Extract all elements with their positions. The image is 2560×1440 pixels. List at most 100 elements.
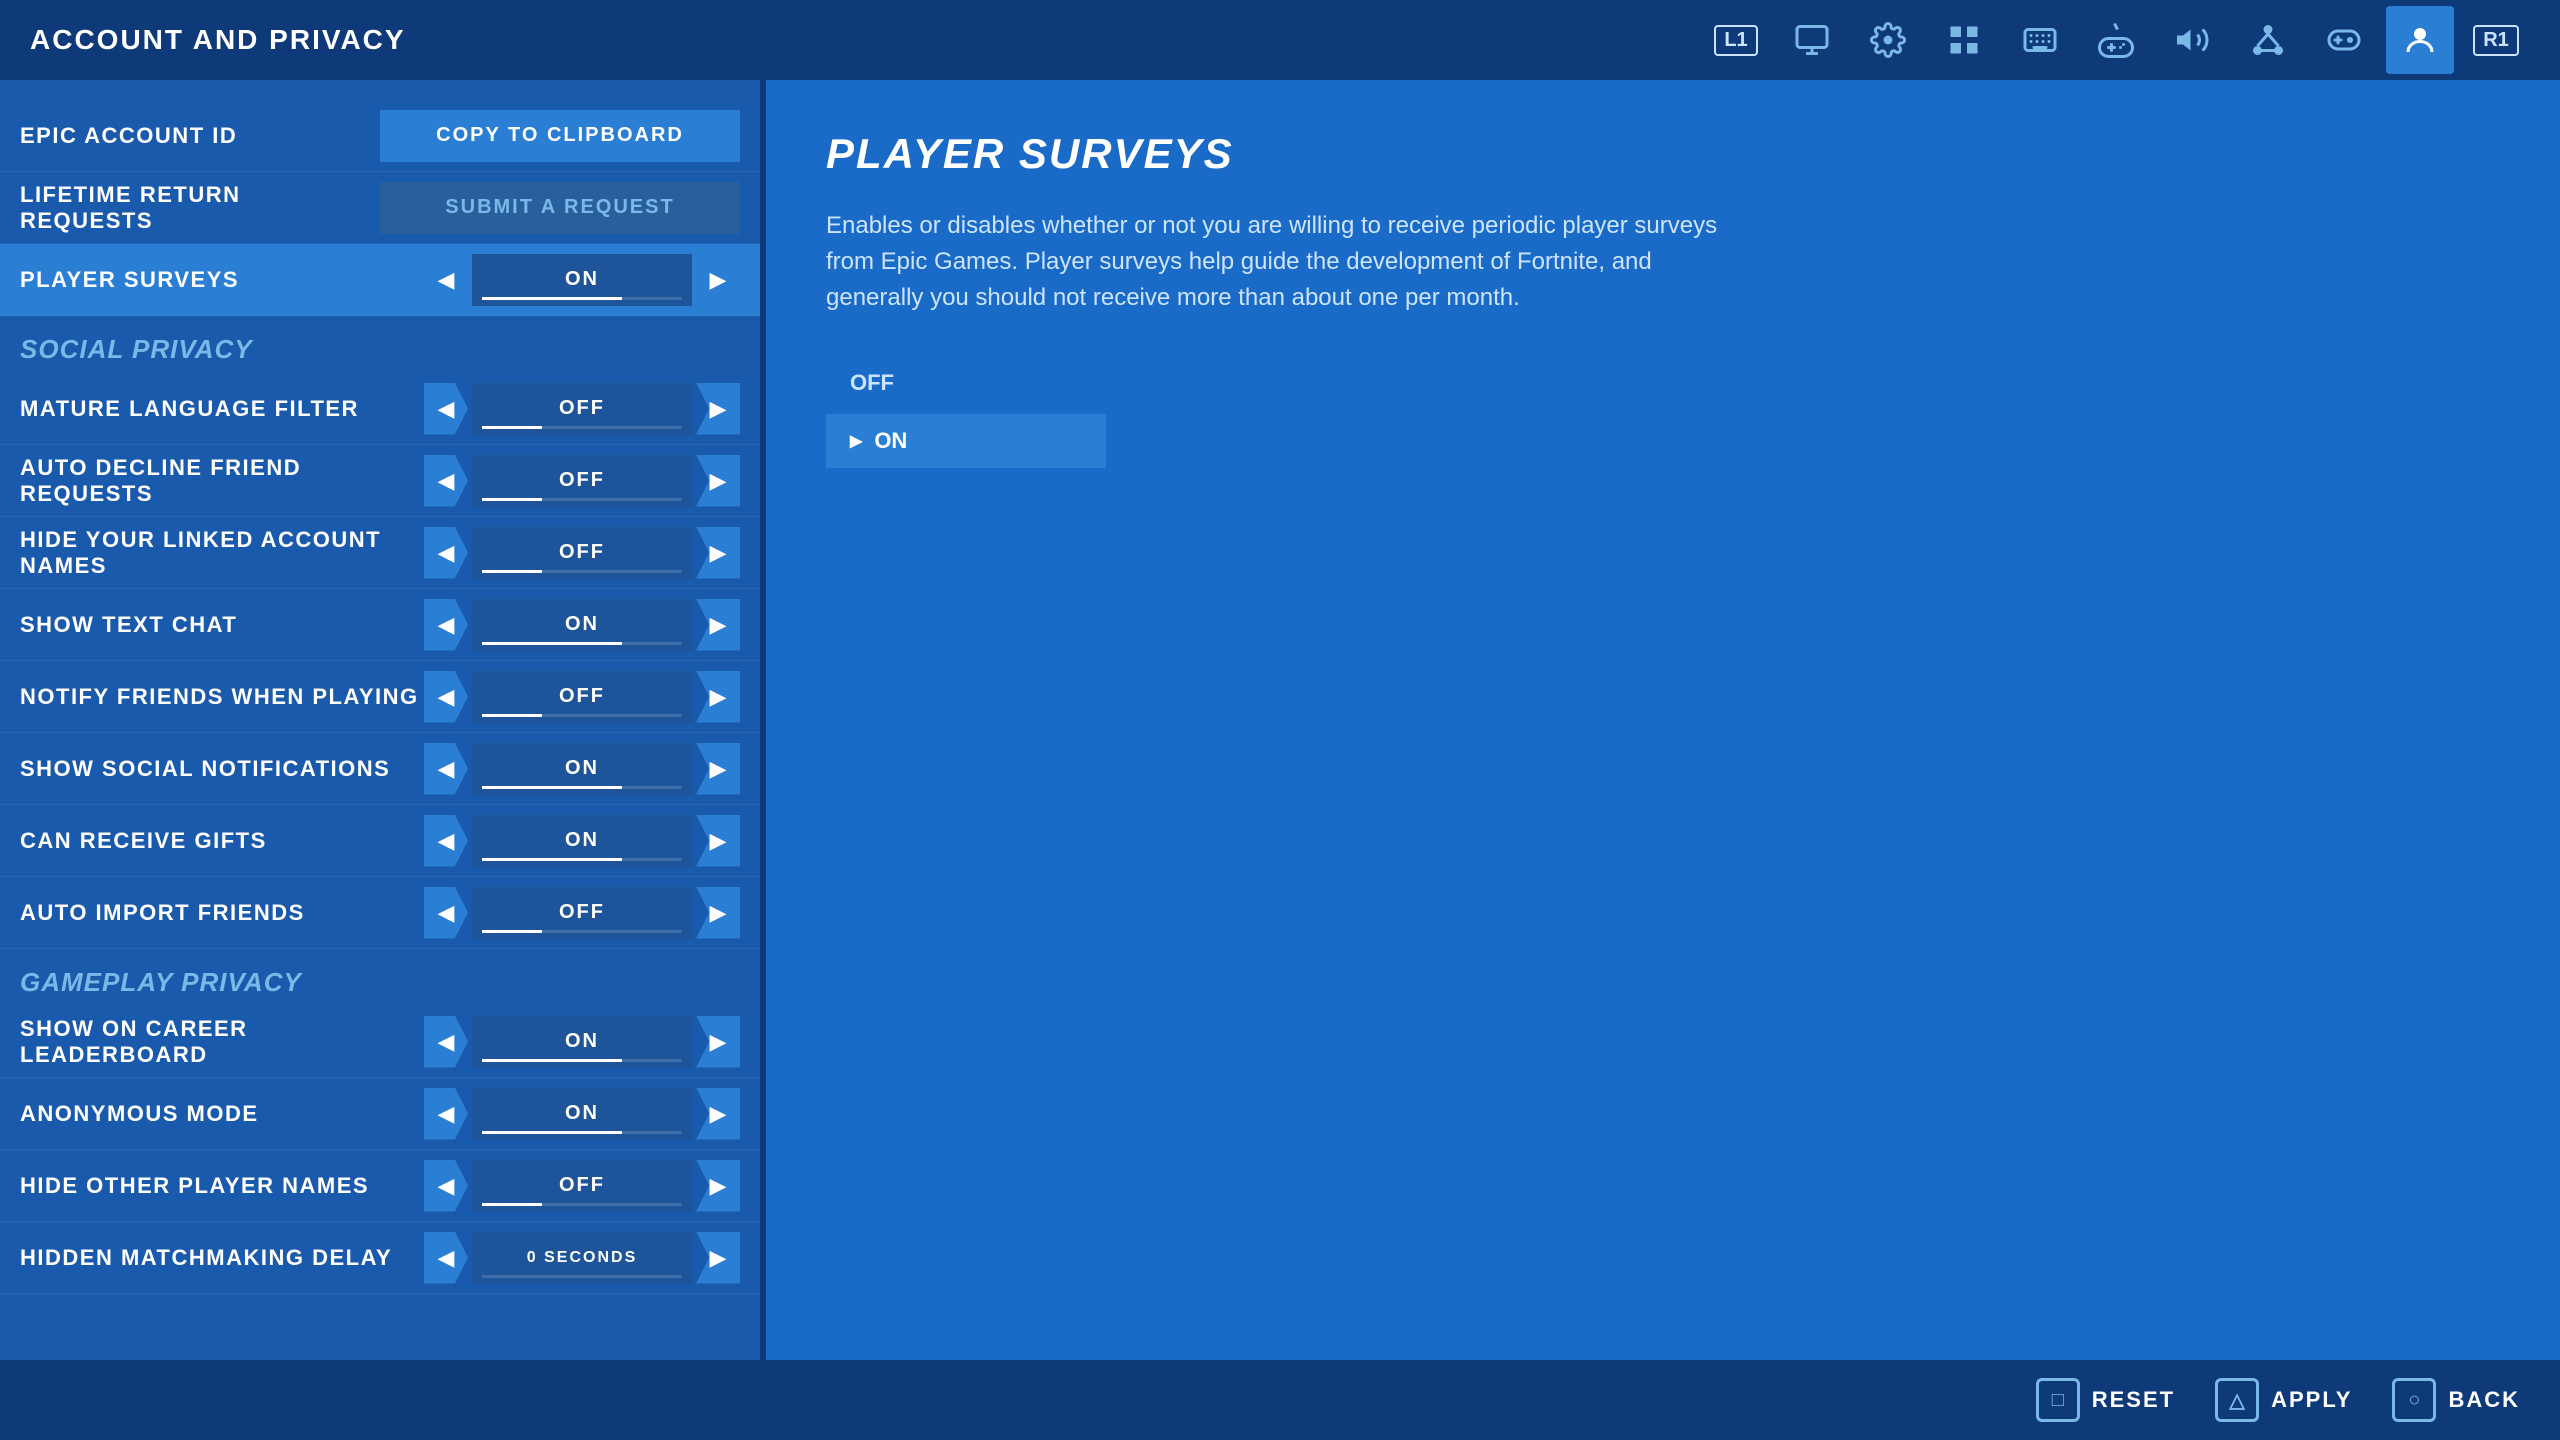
mature-language-row[interactable]: MATURE LANGUAGE FILTER ◀ OFF ▶ <box>0 373 760 445</box>
hide-linked-left-arrow[interactable]: ◀ <box>424 527 468 579</box>
mature-language-label: MATURE LANGUAGE FILTER <box>20 396 424 422</box>
player-surveys-right-arrow[interactable]: ▶ <box>696 254 740 306</box>
apply-action[interactable]: △ APPLY <box>2215 1378 2352 1422</box>
description-text: Enables or disables whether or not you a… <box>826 208 1726 316</box>
option-off[interactable]: OFF <box>826 356 1106 410</box>
anonymous-mode-value-box: ON <box>472 1088 692 1140</box>
hide-other-players-left-arrow[interactable]: ◀ <box>424 1160 468 1212</box>
reset-action[interactable]: □ RESET <box>2036 1378 2175 1422</box>
notify-friends-row[interactable]: NOTIFY FRIENDS WHEN PLAYING ◀ OFF ▶ <box>0 661 760 733</box>
controller-icon <box>2098 22 2134 58</box>
career-leaderboard-row[interactable]: SHOW ON CAREER LEADERBOARD ◀ ON ▶ <box>0 1006 760 1078</box>
audio-icon-btn[interactable] <box>2158 6 2226 74</box>
hide-other-players-value: OFF <box>559 1174 605 1197</box>
gear-icon-btn[interactable] <box>1854 6 1922 74</box>
keyboard-icon <box>2022 22 2058 58</box>
career-leaderboard-value: ON <box>565 1030 599 1053</box>
page-title: ACCOUNT AND PRIVACY <box>30 24 406 56</box>
show-social-bar-fill <box>482 786 622 789</box>
network-icon-btn[interactable] <box>2234 6 2302 74</box>
show-social-row[interactable]: SHOW SOCIAL NOTIFICATIONS ◀ ON ▶ <box>0 733 760 805</box>
can-receive-gifts-value: ON <box>565 829 599 852</box>
anonymous-mode-right-arrow[interactable]: ▶ <box>696 1088 740 1140</box>
gamepad-icon-btn[interactable] <box>2310 6 2378 74</box>
career-leaderboard-bar <box>482 1059 682 1062</box>
show-social-value-box: ON <box>472 743 692 795</box>
anonymous-mode-label: ANONYMOUS MODE <box>20 1101 424 1127</box>
player-surveys-bar <box>482 297 682 300</box>
hide-linked-right-arrow[interactable]: ▶ <box>696 527 740 579</box>
hide-other-players-control: ◀ OFF ▶ <box>424 1160 740 1212</box>
copy-to-clipboard-button[interactable]: COPY TO CLIPBOARD <box>380 110 740 162</box>
show-social-left-arrow[interactable]: ◀ <box>424 743 468 795</box>
option-on[interactable]: ▶ ON <box>826 414 1106 468</box>
notify-friends-right-arrow[interactable]: ▶ <box>696 671 740 723</box>
back-label: BACK <box>2448 1387 2520 1413</box>
hidden-matchmaking-left-arrow[interactable]: ◀ <box>424 1232 468 1284</box>
mature-language-value: OFF <box>559 397 605 420</box>
layout-icon <box>1946 22 1982 58</box>
hide-other-players-row[interactable]: HIDE OTHER PLAYER NAMES ◀ OFF ▶ <box>0 1150 760 1222</box>
show-text-chat-control: ◀ ON ▶ <box>424 599 740 651</box>
hide-linked-bar <box>482 570 682 573</box>
l1-badge-btn[interactable]: L1 <box>1702 6 1770 74</box>
auto-decline-bar-fill <box>482 498 542 501</box>
can-receive-gifts-left-arrow[interactable]: ◀ <box>424 815 468 867</box>
reset-icon: □ <box>2036 1378 2080 1422</box>
show-text-chat-left-arrow[interactable]: ◀ <box>424 599 468 651</box>
mature-language-right-arrow[interactable]: ▶ <box>696 383 740 435</box>
notify-friends-bar <box>482 714 682 717</box>
auto-import-bar-fill <box>482 930 542 933</box>
auto-decline-left-arrow[interactable]: ◀ <box>424 455 468 507</box>
can-receive-gifts-right-arrow[interactable]: ▶ <box>696 815 740 867</box>
hide-other-players-right-arrow[interactable]: ▶ <box>696 1160 740 1212</box>
r1-badge-btn[interactable]: R1 <box>2462 6 2530 74</box>
auto-import-left-arrow[interactable]: ◀ <box>424 887 468 939</box>
display-icon-btn[interactable] <box>1778 6 1846 74</box>
auto-import-row[interactable]: AUTO IMPORT FRIENDS ◀ OFF ▶ <box>0 877 760 949</box>
hide-linked-row[interactable]: HIDE YOUR LINKED ACCOUNT NAMES ◀ OFF ▶ <box>0 517 760 589</box>
auto-decline-right-arrow[interactable]: ▶ <box>696 455 740 507</box>
player-surveys-row[interactable]: PLAYER SURVEYS ◀ ON ▶ <box>0 244 760 316</box>
social-privacy-header: SOCIAL PRIVACY <box>0 316 760 373</box>
hidden-matchmaking-row[interactable]: HIDDEN MATCHMAKING DELAY ◀ 0 Seconds ▶ <box>0 1222 760 1294</box>
bottom-bar: □ RESET △ APPLY ○ BACK <box>0 1360 2560 1440</box>
gameplay-privacy-header: GAMEPLAY PRIVACY <box>0 949 760 1006</box>
layout-icon-btn[interactable] <box>1930 6 1998 74</box>
career-leaderboard-control: ◀ ON ▶ <box>424 1016 740 1068</box>
auto-decline-row[interactable]: AUTO DECLINE FRIEND REQUESTS ◀ OFF ▶ <box>0 445 760 517</box>
career-leaderboard-left-arrow[interactable]: ◀ <box>424 1016 468 1068</box>
show-social-value: ON <box>565 757 599 780</box>
notify-friends-left-arrow[interactable]: ◀ <box>424 671 468 723</box>
keyboard-icon-btn[interactable] <box>2006 6 2074 74</box>
account-icon-btn[interactable] <box>2386 6 2454 74</box>
can-receive-gifts-row[interactable]: CAN RECEIVE GIFTS ◀ ON ▶ <box>0 805 760 877</box>
option-off-label: OFF <box>850 370 894 396</box>
show-text-chat-value: ON <box>565 613 599 636</box>
notify-friends-value-box: OFF <box>472 671 692 723</box>
show-social-right-arrow[interactable]: ▶ <box>696 743 740 795</box>
anonymous-mode-bar <box>482 1131 682 1134</box>
mature-language-left-arrow[interactable]: ◀ <box>424 383 468 435</box>
hidden-matchmaking-right-arrow[interactable]: ▶ <box>696 1232 740 1284</box>
lifetime-return-label: LIFETIME RETURN REQUESTS <box>20 182 380 234</box>
anonymous-mode-left-arrow[interactable]: ◀ <box>424 1088 468 1140</box>
auto-import-label: AUTO IMPORT FRIENDS <box>20 900 424 926</box>
auto-decline-label: AUTO DECLINE FRIEND REQUESTS <box>20 455 424 507</box>
back-action[interactable]: ○ BACK <box>2392 1378 2520 1422</box>
auto-import-right-arrow[interactable]: ▶ <box>696 887 740 939</box>
show-text-chat-row[interactable]: SHOW TEXT CHAT ◀ ON ▶ <box>0 589 760 661</box>
main-content: EPIC ACCOUNT ID COPY TO CLIPBOARD LIFETI… <box>0 80 2560 1440</box>
submit-request-button[interactable]: SUBMIT A REQUEST <box>380 182 740 234</box>
gamepad-icon <box>2326 22 2362 58</box>
mature-language-control: ◀ OFF ▶ <box>424 383 740 435</box>
player-surveys-value-box: ON <box>472 254 692 306</box>
back-icon: ○ <box>2392 1378 2436 1422</box>
show-text-chat-right-arrow[interactable]: ▶ <box>696 599 740 651</box>
controller-icon-btn[interactable] <box>2082 6 2150 74</box>
apply-label: APPLY <box>2271 1387 2352 1413</box>
anonymous-mode-row[interactable]: ANONYMOUS MODE ◀ ON ▶ <box>0 1078 760 1150</box>
can-receive-gifts-value-box: ON <box>472 815 692 867</box>
player-surveys-left-arrow[interactable]: ◀ <box>424 254 468 306</box>
career-leaderboard-right-arrow[interactable]: ▶ <box>696 1016 740 1068</box>
